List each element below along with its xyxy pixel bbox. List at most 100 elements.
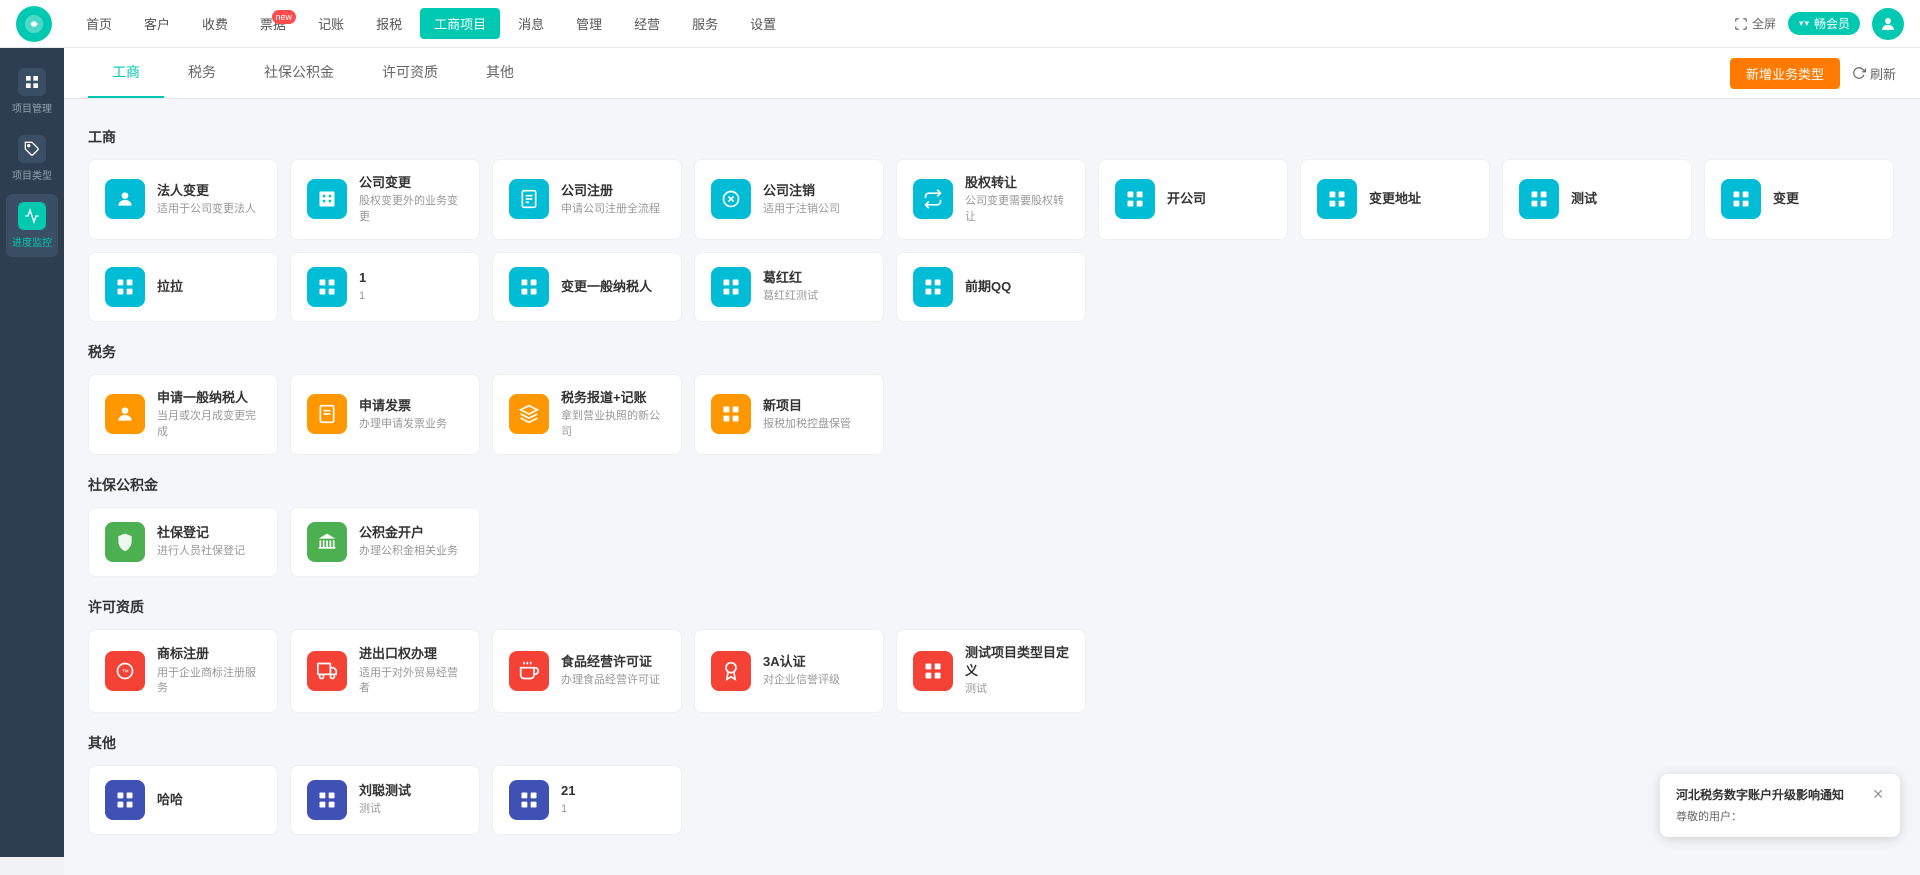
sidebar-item-进度监控[interactable]: 进度监控 [6,194,58,257]
cards-grid: 法人变更适用于公司变更法人 公司变更股权变更外的业务变更 公司注册申请公司注册全流程… [88,159,1896,322]
nav-item-客户[interactable]: 客户 [130,8,184,39]
grid-icon [509,267,549,307]
card-text: 3A认证对企业信誉评级 [763,653,840,689]
section-title: 工商 [88,127,1896,147]
section-税务: 税务申请一般纳税人当月或次月成变更完成申请发票办理申请发票业务税务报道+记账拿到… [88,342,1896,455]
card-desc: 用于企业商标注册服务 [157,666,261,697]
card-name: 税务报道+记账 [561,389,665,407]
card-item[interactable]: 公司注销适用于注销公司 [694,159,884,240]
card-name: 葛红红 [763,269,818,287]
sidebar-item-项目类型[interactable]: 项目类型 [6,127,58,190]
nav-item-记账[interactable]: 记账 [304,8,358,39]
card-text: 哈哈 [157,791,183,809]
card-item[interactable]: 公司变更股权变更外的业务变更 [290,159,480,240]
sidebar-item-label: 项目类型 [12,167,52,182]
card-text: 股权转让公司变更需要股权转让 [965,174,1069,225]
nav-menu: 首页客户收费票据new记账报税工商项目消息管理经营服务设置 [72,8,1734,39]
card-name: 公司变更 [359,174,463,192]
cards-grid: 申请一般纳税人当月或次月成变更完成申请发票办理申请发票业务税务报道+记账拿到营业… [88,374,1896,455]
card-name: 股权转让 [965,174,1069,192]
card-text: 申请一般纳税人当月或次月成变更完成 [157,389,261,440]
card-item[interactable]: 进出口权办理适用于对外贸易经营者 [290,629,480,713]
card-text: 开公司 [1167,190,1206,208]
card-item[interactable]: 葛红红葛红红测试 [694,252,884,322]
tab-其他[interactable]: 其他 [462,48,538,98]
section-社保公积金: 社保公积金社保登记进行人员社保登记公积金开户办理公积金相关业务 [88,475,1896,577]
card-text: 拉拉 [157,278,183,296]
card-item[interactable]: 申请发票办理申请发票业务 [290,374,480,455]
card-desc: 办理食品经营许可证 [561,673,660,688]
nav-item-工商项目[interactable]: 工商项目 [420,8,500,39]
card-item[interactable]: 211 [492,765,682,835]
nav-item-首页[interactable]: 首页 [72,8,126,39]
card-item[interactable]: 新项目报税加税控盘保管 [694,374,884,455]
card-name: 哈哈 [157,791,183,809]
sidebar: 项目管理项目类型进度监控 [0,48,64,857]
sidebar-item-label: 进度监控 [12,234,52,249]
card-item[interactable]: 公积金开户办理公积金相关业务 [290,507,480,577]
section-title: 其他 [88,733,1896,753]
sidebar-item-项目管理[interactable]: 项目管理 [6,60,58,123]
card-item[interactable]: 税务报道+记账拿到营业执照的新公司 [492,374,682,455]
card-text: 公司变更股权变更外的业务变更 [359,174,463,225]
section-title: 税务 [88,342,1896,362]
card-item[interactable]: 社保登记进行人员社保登记 [88,507,278,577]
fullscreen-button[interactable]: 全屏 [1734,15,1776,32]
card-desc: 申请公司注册全流程 [561,202,660,217]
vip-button[interactable]: 畅会员 [1788,12,1860,35]
nav-item-管理[interactable]: 管理 [562,8,616,39]
card-item[interactable]: 变更一般纳税人 [492,252,682,322]
card-desc: 股权变更外的业务变更 [359,194,463,225]
nav-item-报税[interactable]: 报税 [362,8,416,39]
grid-icon [105,780,145,820]
tab-社保公积金[interactable]: 社保公积金 [240,48,358,98]
card-item[interactable]: 测试项目类型目定义测试 [896,629,1086,713]
card-item[interactable]: 食品经营许可证办理食品经营许可证 [492,629,682,713]
tab-税务[interactable]: 税务 [164,48,240,98]
person-icon [105,394,145,434]
app-logo[interactable] [16,6,52,42]
card-item[interactable]: 刘聪测试测试 [290,765,480,835]
tab-许可资质[interactable]: 许可资质 [358,48,462,98]
card-item[interactable]: 拉拉 [88,252,278,322]
bank-icon [307,522,347,562]
card-item[interactable]: 3A认证对企业信誉评级 [694,629,884,713]
card-item[interactable]: 变更地址 [1300,159,1490,240]
nav-item-消息[interactable]: 消息 [504,8,558,39]
card-item[interactable]: 哈哈 [88,765,278,835]
card-name: 前期QQ [965,278,1011,296]
grid-icon [1317,179,1357,219]
card-name: 测试项目类型目定义 [965,644,1069,680]
card-item[interactable]: 前期QQ [896,252,1086,322]
nav-item-服务[interactable]: 服务 [678,8,732,39]
nav-item-设置[interactable]: 设置 [736,8,790,39]
card-desc: 对企业信誉评级 [763,673,840,688]
card-item[interactable]: 申请一般纳税人当月或次月成变更完成 [88,374,278,455]
svg-text:™: ™ [122,667,130,676]
card-item[interactable]: 开公司 [1098,159,1288,240]
card-text: 葛红红葛红红测试 [763,269,818,305]
card-item[interactable]: 11 [290,252,480,322]
card-item[interactable]: 法人变更适用于公司变更法人 [88,159,278,240]
refresh-button[interactable]: 刷新 [1852,64,1896,83]
card-text: 变更地址 [1369,190,1421,208]
section-许可资质: 许可资质™商标注册用于企业商标注册服务进出口权办理适用于对外贸易经营者食品经营许… [88,597,1896,713]
user-avatar[interactable] [1872,8,1904,40]
new-business-type-button[interactable]: 新增业务类型 [1730,58,1840,89]
nav-item-收费[interactable]: 收费 [188,8,242,39]
card-desc: 适用于对外贸易经营者 [359,666,463,697]
tab-工商[interactable]: 工商 [88,48,164,98]
card-item[interactable]: 测试 [1502,159,1692,240]
card-item[interactable]: ™商标注册用于企业商标注册服务 [88,629,278,713]
card-desc: 测试 [965,682,1069,697]
card-item[interactable]: 变更 [1704,159,1894,240]
chat-close-button[interactable]: ✕ [1872,786,1884,803]
nav-item-票据[interactable]: 票据new [246,8,300,39]
card-text: 变更一般纳税人 [561,278,652,296]
section-工商: 工商法人变更适用于公司变更法人 公司变更股权变更外的业务变更 公司注册申请公司注册全… [88,127,1896,322]
card-item[interactable]: 股权转让公司变更需要股权转让 [896,159,1086,240]
tab-list: 工商税务社保公积金许可资质其他 [88,48,538,98]
card-item[interactable]: 公司注册申请公司注册全流程 [492,159,682,240]
nav-item-经营[interactable]: 经营 [620,8,674,39]
card-text: 公司注册申请公司注册全流程 [561,182,660,218]
